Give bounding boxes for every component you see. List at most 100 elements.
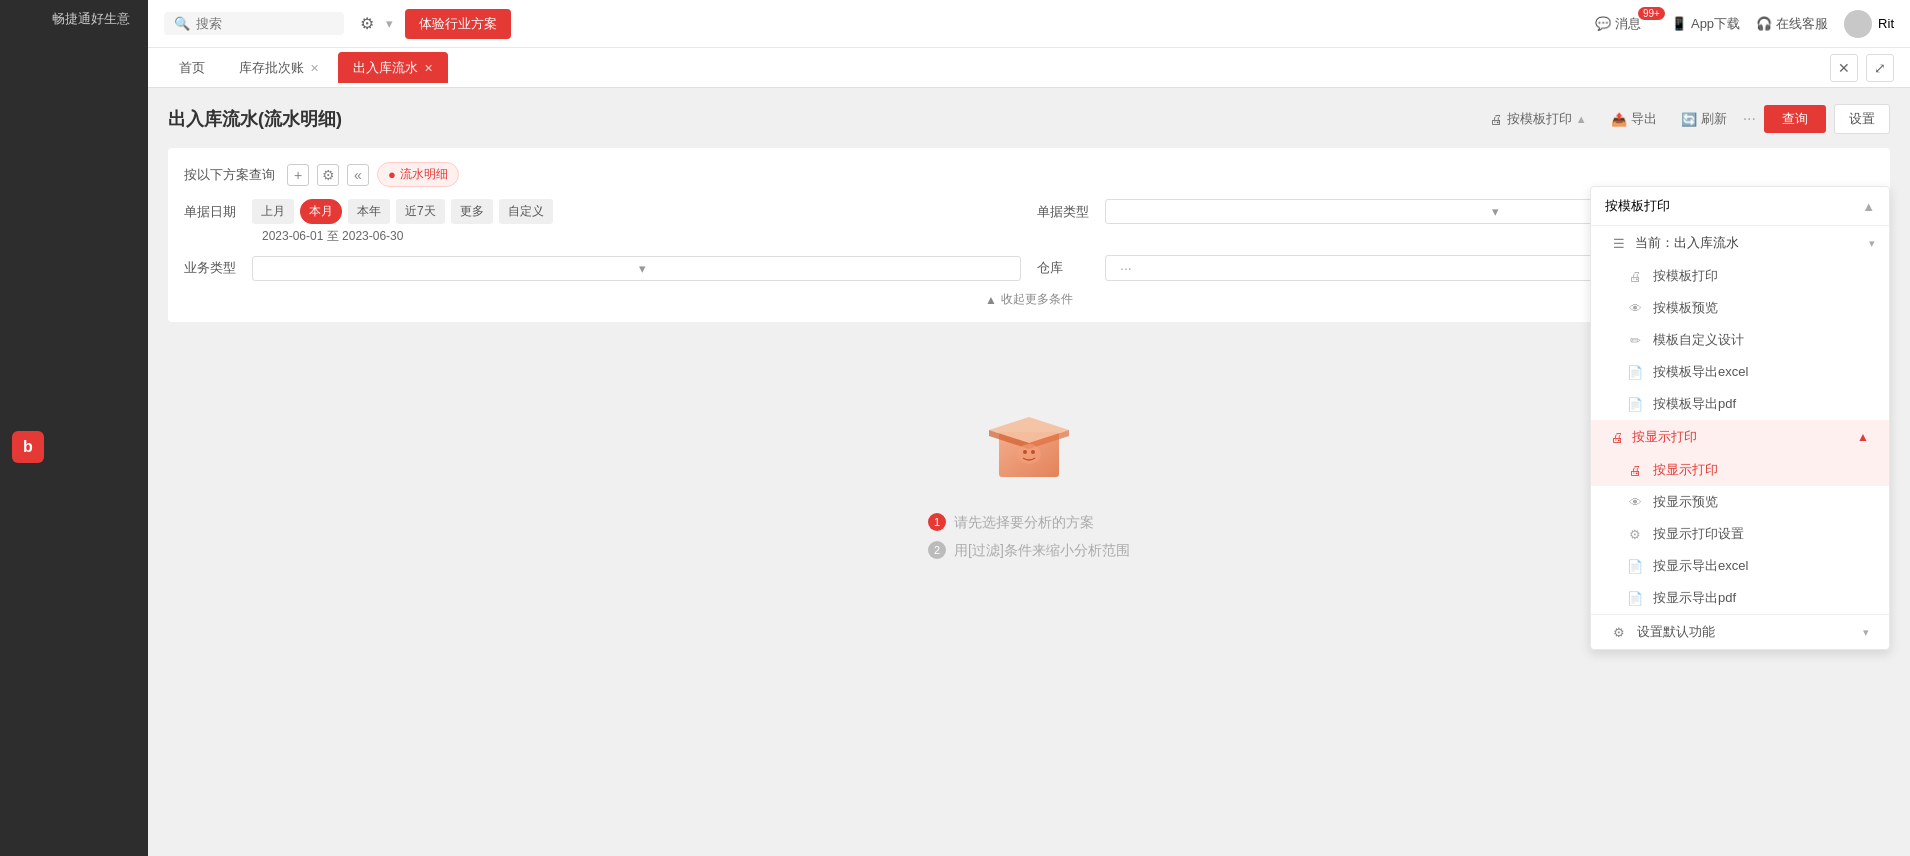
dropdown-item-template-pdf[interactable]: 📄 按模板导出pdf (1591, 388, 1889, 420)
dropdown-footer-icon: ⚙ (1611, 624, 1627, 640)
dropdown-item-display-print[interactable]: 🖨 按显示打印 (1591, 454, 1889, 486)
tab-inout-label: 出入库流水 (353, 59, 418, 77)
topbar-search-box[interactable]: 🔍 (164, 12, 344, 35)
filter-tag-icon: ● (388, 167, 396, 182)
app-logo-icon: b (12, 431, 44, 463)
template-print-button[interactable]: 🖨 按模板打印 ▲ (1482, 106, 1595, 132)
dropdown-item-template-preview[interactable]: 👁 按模板预览 (1591, 292, 1889, 324)
dropdown-current-template[interactable]: ☰ 当前：出入库流水 ▾ (1591, 226, 1889, 260)
export-label: 导出 (1631, 110, 1657, 128)
display-settings-label: 按显示打印设置 (1653, 525, 1744, 543)
page-title: 出入库流水(流水明细) (168, 107, 342, 131)
date-btn-last-month[interactable]: 上月 (252, 199, 294, 224)
search-icon: 🔍 (174, 16, 190, 31)
topbar-settings-icon[interactable]: ⚙ (360, 14, 374, 33)
app-download-button[interactable]: 📱 App下载 (1671, 15, 1740, 33)
empty-step-2: 2 用[过滤]条件来缩小分析范围 (928, 536, 1130, 564)
dropdown-item-template-print[interactable]: 🖨 按模板打印 (1591, 260, 1889, 292)
warehouse-label: 仓库 (1037, 259, 1097, 277)
window-close-btn[interactable]: ✕ (1830, 54, 1858, 82)
biz-type-chevron-icon: ▾ (639, 261, 1011, 276)
filter-collapse-button[interactable]: « (347, 164, 369, 186)
filter-tag-item[interactable]: ● 流水明细 (377, 162, 459, 187)
tab-inout-flow[interactable]: 出入库流水 ✕ (338, 52, 448, 83)
main-container: 🔍 ⚙ ▾ 体验行业方案 💬 消息 99+ 📱 App下载 🎧 在线客服 Rit (148, 0, 1910, 856)
export-icon: 📤 (1611, 112, 1627, 127)
template-print-item-icon: 🖨 (1627, 268, 1643, 284)
dropdown-close-arrow-icon[interactable]: ▲ (1862, 199, 1875, 214)
tab-batch-label: 库存批次账 (239, 59, 304, 77)
template-print-icon: 🖨 (1490, 112, 1503, 127)
biz-type-filter-field: 业务类型 ▾ (184, 256, 1021, 281)
query-button[interactable]: 查询 (1764, 105, 1826, 133)
date-filter-field: 单据日期 上月 本月 本年 近7天 更多 自定义 (184, 199, 1021, 224)
filter-tag-label: 流水明细 (400, 166, 448, 183)
tab-home-label: 首页 (179, 59, 205, 77)
step-number-2: 2 (928, 541, 946, 559)
topbar-chevron-icon[interactable]: ▾ (386, 16, 393, 31)
tab-inout-close-icon[interactable]: ✕ (424, 62, 433, 75)
tab-home[interactable]: 首页 (164, 52, 220, 83)
dropdown-footer-defaults[interactable]: ⚙ 设置默认功能 ▾ (1591, 614, 1889, 649)
dropdown-footer-label: 设置默认功能 (1637, 623, 1715, 641)
collapse-up-icon: ▲ (985, 293, 997, 307)
template-print-item-label: 按模板打印 (1653, 267, 1718, 285)
filter-scheme-button[interactable]: ⚙ (317, 164, 339, 186)
warehouse-more-icon[interactable]: ··· (1120, 260, 1132, 276)
biz-type-label: 业务类型 (184, 259, 244, 277)
sidebar: b 畅捷通好生意 标准版 🔍 搜索菜单 ⚡ 快捷导航 📣 营销推广 💰 销售管理… (0, 0, 148, 856)
filter-toolbar: 按以下方案查询 + ⚙ « ● 流水明细 (184, 162, 1874, 187)
date-btn-this-month[interactable]: 本月 (300, 199, 342, 224)
biz-type-select[interactable]: ▾ (252, 256, 1021, 281)
template-preview-icon: 👁 (1627, 300, 1643, 316)
window-expand-btn[interactable]: ⤢ (1866, 54, 1894, 82)
display-preview-label: 按显示预览 (1653, 493, 1718, 511)
dropdown-item-display-pdf[interactable]: 📄 按显示导出pdf (1591, 582, 1889, 614)
user-menu[interactable]: Rit (1844, 10, 1894, 38)
tab-batch-close-icon[interactable]: ✕ (310, 62, 319, 75)
dropdown-item-display-preview[interactable]: 👁 按显示预览 (1591, 486, 1889, 518)
export-button[interactable]: 📤 导出 (1603, 106, 1665, 132)
date-btn-more[interactable]: 更多 (451, 199, 493, 224)
more-actions-icon[interactable]: ··· (1743, 110, 1756, 128)
date-btn-7days[interactable]: 近7天 (396, 199, 445, 224)
template-preview-label: 按模板预览 (1653, 299, 1718, 317)
template-print-dropdown: 按模板打印 ▲ ☰ 当前：出入库流水 ▾ 🖨 按模板打印 👁 按模板预览 (1590, 186, 1890, 650)
trial-btn[interactable]: 体验行业方案 (405, 9, 511, 39)
display-print-label: 按显示打印 (1653, 461, 1718, 479)
refresh-icon: 🔄 (1681, 112, 1697, 127)
message-icon: 💬 (1595, 16, 1611, 31)
message-button[interactable]: 💬 消息 99+ (1595, 15, 1655, 33)
set-button[interactable]: 设置 (1834, 104, 1890, 134)
tabs-bar: 首页 库存批次账 ✕ 出入库流水 ✕ ✕ ⤢ (148, 48, 1910, 88)
window-controls: ✕ ⤢ (1830, 54, 1894, 82)
svg-point-6 (1031, 450, 1035, 454)
search-input[interactable] (196, 16, 316, 31)
template-up-arrow-icon[interactable]: ▲ (1576, 113, 1587, 125)
dropdown-item-display-excel[interactable]: 📄 按显示导出excel (1591, 550, 1889, 582)
service-icon: 🎧 (1756, 16, 1772, 31)
dropdown-item-template-excel[interactable]: 📄 按模板导出excel (1591, 356, 1889, 388)
date-btn-this-year[interactable]: 本年 (348, 199, 390, 224)
message-badge: 99+ (1638, 7, 1665, 20)
template-pdf-label: 按模板导出pdf (1653, 395, 1736, 413)
display-print-section-label: 按显示打印 (1632, 428, 1697, 446)
display-print-section-header[interactable]: 🖨 按显示打印 ▲ (1591, 420, 1889, 454)
refresh-label: 刷新 (1701, 110, 1727, 128)
date-field-label: 单据日期 (184, 203, 244, 221)
topbar: 🔍 ⚙ ▾ 体验行业方案 💬 消息 99+ 📱 App下载 🎧 在线客服 Rit (148, 0, 1910, 48)
dropdown-item-display-settings[interactable]: ⚙ 按显示打印设置 (1591, 518, 1889, 550)
doc-type-label: 单据类型 (1037, 203, 1097, 221)
dropdown-item-template-design[interactable]: ✏ 模板自定义设计 (1591, 324, 1889, 356)
filter-add-button[interactable]: + (287, 164, 309, 186)
display-pdf-label: 按显示导出pdf (1653, 589, 1736, 607)
date-range-display: 2023-06-01 至 2023-06-30 (262, 229, 403, 243)
display-print-icon: 🖨 (1627, 462, 1643, 478)
step-number-1: 1 (928, 513, 946, 531)
tab-batch-account[interactable]: 库存批次账 ✕ (224, 52, 334, 83)
user-avatar (1844, 10, 1872, 38)
date-btn-custom[interactable]: 自定义 (499, 199, 553, 224)
online-service-button[interactable]: 🎧 在线客服 (1756, 15, 1828, 33)
app-name-main: 畅捷通好生意 (52, 10, 130, 856)
refresh-button[interactable]: 🔄 刷新 (1673, 106, 1735, 132)
